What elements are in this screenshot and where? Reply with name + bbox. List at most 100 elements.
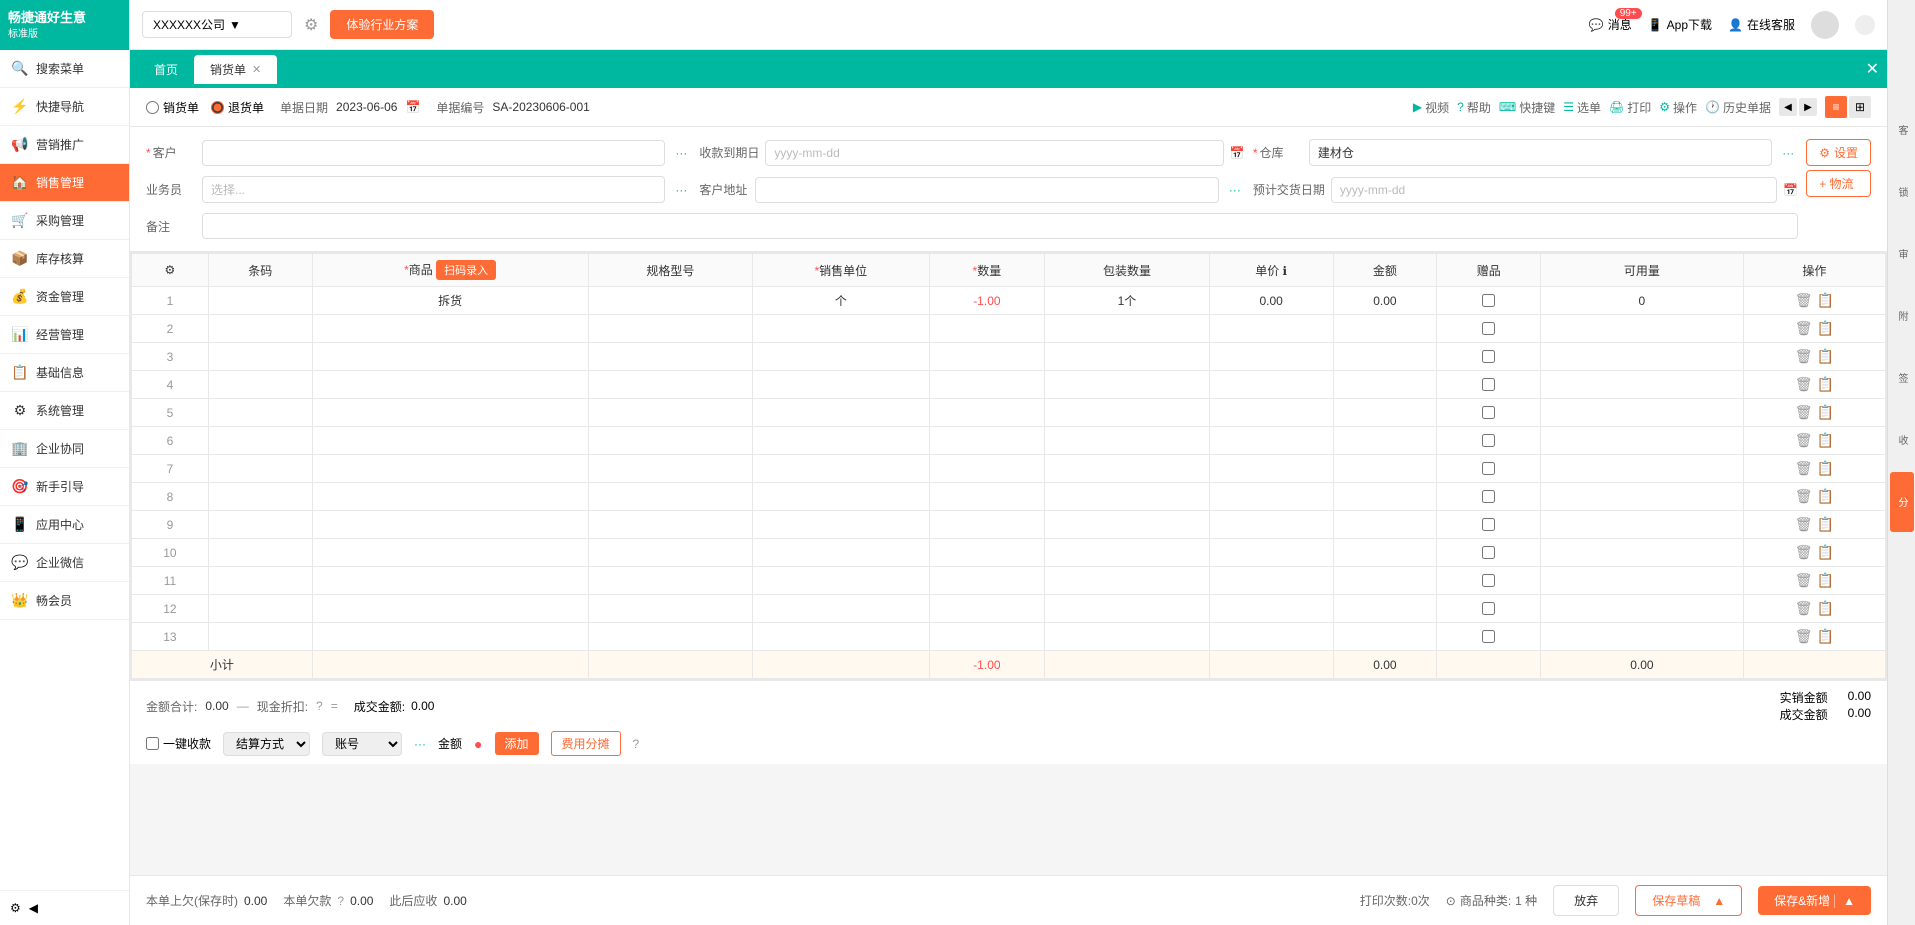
row-price[interactable] [1209,595,1333,623]
expected-delivery-calendar-icon[interactable]: 📅 [1783,183,1798,197]
operate-action[interactable]: ⚙ 操作 [1659,99,1697,116]
sidebar-item-guide[interactable]: 🎯 新手引导 [0,468,129,506]
print-action[interactable]: 🖨 打印 [1609,99,1651,116]
row-gift[interactable] [1437,455,1541,483]
delete-icon[interactable]: 🗑 [1795,376,1813,393]
row-qty[interactable] [929,315,1045,343]
due-date-input[interactable]: yyyy-mm-dd [765,140,1223,166]
row-pkg-qty[interactable] [1045,623,1210,651]
copy-icon[interactable]: 📋 [1816,404,1833,421]
row-barcode[interactable] [208,427,312,455]
row-qty[interactable] [929,511,1045,539]
customer-addr-dots-icon[interactable]: ··· [1225,183,1245,197]
row-spec[interactable] [588,483,753,511]
row-product[interactable] [312,315,588,343]
trial-button[interactable]: 体验行业方案 [330,10,434,39]
save-new-button[interactable]: 保存&新增 ▲ [1758,886,1871,915]
row-qty[interactable] [929,623,1045,651]
sidebar-item-enterprise[interactable]: 🏢 企业协同 [0,430,129,468]
row-product[interactable] [312,455,588,483]
row-spec[interactable] [588,567,753,595]
row-amount[interactable] [1333,511,1437,539]
tab-sales-order[interactable]: 销货单 ✕ [194,55,277,84]
row-qty[interactable] [929,399,1045,427]
row-pkg-qty[interactable] [1045,539,1210,567]
delete-icon[interactable]: 🗑 [1795,544,1813,561]
row-qty[interactable] [929,455,1045,483]
warehouse-input[interactable]: 建材仓 [1309,139,1772,166]
copy-icon[interactable]: 📋 [1816,432,1833,449]
row-spec[interactable] [588,455,753,483]
customer-dots-icon[interactable]: ··· [671,146,691,160]
online-service-button[interactable]: 👤 在线客服 [1728,16,1795,33]
right-panel-item-panel-orange[interactable]: 分 [1890,472,1914,532]
account-select[interactable]: 账号 [322,732,402,756]
delete-icon[interactable]: 🗑 [1795,292,1813,309]
row-gift[interactable] [1437,539,1541,567]
row-price[interactable] [1209,399,1333,427]
sidebar-item-appstore[interactable]: 📱 应用中心 [0,506,129,544]
row-unit[interactable] [753,315,929,343]
history-action[interactable]: 🕐 历史单据 [1705,99,1771,116]
sidebar-item-member[interactable]: 👑 畅会员 [0,582,129,620]
one-click-pay-checkbox[interactable]: 一键收款 [146,735,211,752]
row-unit[interactable] [753,371,929,399]
row-product[interactable] [312,539,588,567]
row-barcode[interactable] [208,539,312,567]
row-product[interactable] [312,399,588,427]
scan-btn[interactable]: 扫码录入 [436,260,496,280]
row-amount[interactable] [1333,623,1437,651]
row-spec[interactable] [588,371,753,399]
right-panel-item-panel3[interactable]: 审 [1890,224,1914,284]
save-draft-chevron[interactable]: ▲ [1704,894,1725,908]
right-panel-item-panel5[interactable]: 签 [1890,348,1914,408]
collapse-icon[interactable]: ◀ [29,901,38,915]
row-spec[interactable] [588,511,753,539]
row-barcode[interactable] [208,343,312,371]
radio-return-order[interactable]: 退货单 [211,99,264,116]
close-all-tabs-icon[interactable]: ✕ [1866,59,1879,79]
row-product[interactable] [312,343,588,371]
shortcut-action[interactable]: ⌨ 快捷键 [1499,99,1555,116]
customer-input[interactable] [202,140,665,166]
sidebar-item-finance[interactable]: 💰 资金管理 [0,278,129,316]
row-spec[interactable] [588,315,753,343]
warehouse-dots-icon[interactable]: ··· [1778,146,1798,160]
row-spec[interactable] [588,623,753,651]
row-price[interactable] [1209,371,1333,399]
row-pkg-qty[interactable] [1045,371,1210,399]
row-gift[interactable] [1437,399,1541,427]
row-product[interactable] [312,567,588,595]
row-barcode[interactable] [208,455,312,483]
th-settings[interactable]: ⚙ [132,254,209,287]
row-gift[interactable] [1437,511,1541,539]
row-amount[interactable] [1333,427,1437,455]
row-amount[interactable] [1333,455,1437,483]
next-btn[interactable]: ▶ [1799,98,1817,116]
copy-icon[interactable]: 📋 [1816,292,1833,309]
row-price[interactable] [1209,427,1333,455]
copy-icon[interactable]: 📋 [1816,544,1833,561]
gear-icon[interactable]: ⚙ [304,15,318,35]
sidebar-item-operation[interactable]: 📊 经营管理 [0,316,129,354]
tab-home[interactable]: 首页 [138,55,194,84]
row-amount[interactable] [1333,539,1437,567]
row-gift[interactable] [1437,595,1541,623]
row-price[interactable] [1209,315,1333,343]
row-spec[interactable] [588,399,753,427]
list-view-btn[interactable]: ≡ [1825,96,1847,118]
due-date-calendar-icon[interactable]: 📅 [1230,146,1245,160]
row-price[interactable] [1209,539,1333,567]
row-product[interactable] [312,427,588,455]
help-action[interactable]: ? 帮助 [1457,99,1491,116]
delete-icon[interactable]: 🗑 [1795,320,1813,337]
row-unit[interactable] [753,539,929,567]
row-spec[interactable] [588,595,753,623]
row-price[interactable] [1209,455,1333,483]
delete-icon[interactable]: 🗑 [1795,404,1813,421]
message-button[interactable]: 💬 消息 99+ [1589,16,1632,33]
delete-icon[interactable]: 🗑 [1795,432,1813,449]
row-spec[interactable] [588,427,753,455]
row-price[interactable] [1209,343,1333,371]
settings-btn[interactable]: ⚙ 设置 [1806,139,1871,166]
